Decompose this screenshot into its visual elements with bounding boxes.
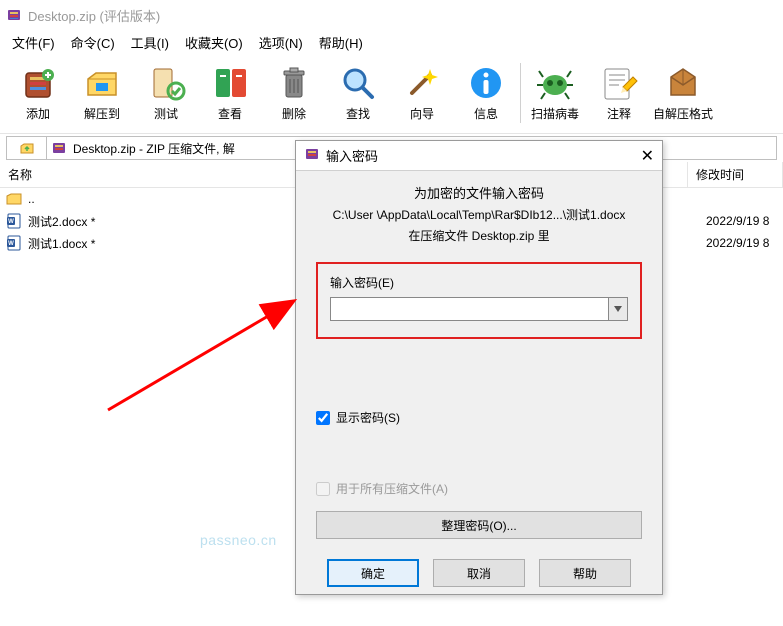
toolbar: 添加 解压到 测试 查看 删除 查找 向导 <box>0 54 783 134</box>
toolbar-find-label: 查找 <box>346 105 370 122</box>
all-archives-checkbox[interactable]: 用于所有压缩文件(A) <box>316 480 642 497</box>
ok-button[interactable]: 确定 <box>327 559 419 587</box>
toolbar-delete[interactable]: 删除 <box>262 63 326 122</box>
delete-icon <box>274 63 314 103</box>
toolbar-extract-label: 解压到 <box>84 105 120 122</box>
find-icon <box>338 63 378 103</box>
toolbar-info-label: 信息 <box>474 105 498 122</box>
add-icon <box>18 63 58 103</box>
window-title: Desktop.zip (评估版本) <box>28 6 160 25</box>
docx-icon: W <box>6 235 22 251</box>
folder-up-icon <box>6 191 22 207</box>
docx-icon: W <box>6 213 22 229</box>
toolbar-delete-label: 删除 <box>282 105 306 122</box>
wizard-icon <box>402 63 442 103</box>
cancel-button[interactable]: 取消 <box>433 559 525 587</box>
col-mtime[interactable]: 修改时间 <box>688 162 783 187</box>
winrar-icon <box>6 7 22 23</box>
sfx-icon <box>663 63 703 103</box>
menu-help[interactable]: 帮助(H) <box>311 31 371 54</box>
svg-text:W: W <box>8 241 14 247</box>
toolbar-info[interactable]: 信息 <box>454 63 518 122</box>
view-icon <box>210 63 250 103</box>
show-password-label: 显示密码(S) <box>336 409 400 426</box>
test-icon <box>146 63 186 103</box>
dialog-title: 输入密码 <box>326 146 608 165</box>
extract-icon <box>82 63 122 103</box>
show-password-checkbox[interactable]: 显示密码(S) <box>316 409 642 426</box>
titlebar: Desktop.zip (评估版本) <box>0 0 783 30</box>
toolbar-find[interactable]: 查找 <box>326 63 390 122</box>
comment-icon <box>599 63 639 103</box>
dialog-msg-1: 为加密的文件输入密码 <box>316 183 642 202</box>
dialog-msg-2: C:\User \AppData\Local\Temp\Rar$DIb12...… <box>316 206 642 223</box>
file-mtime: 2022/9/19 8 <box>706 214 769 228</box>
toolbar-wizard-label: 向导 <box>410 105 434 122</box>
organize-passwords-button[interactable]: 整理密码(O)... <box>316 511 642 539</box>
file-mtime: 2022/9/19 8 <box>706 236 769 250</box>
password-label: 输入密码(E) <box>330 274 628 291</box>
toolbar-scan[interactable]: 扫描病毒 <box>523 63 587 122</box>
winrar-icon <box>304 146 320 165</box>
help-button[interactable]: 帮助 <box>539 559 631 587</box>
archive-icon <box>51 140 67 156</box>
password-dropdown[interactable] <box>608 297 628 321</box>
toolbar-view-label: 查看 <box>218 105 242 122</box>
close-button[interactable]: ✕ <box>614 146 654 166</box>
scan-icon <box>535 63 575 103</box>
menu-commands[interactable]: 命令(C) <box>63 31 123 54</box>
toolbar-sfx[interactable]: 自解压格式 <box>651 63 715 122</box>
dialog-msg-3: 在压缩文件 Desktop.zip 里 <box>316 227 642 244</box>
password-box: 输入密码(E) <box>316 262 642 339</box>
menu-options[interactable]: 选项(N) <box>251 31 311 54</box>
password-input[interactable] <box>330 297 608 321</box>
toolbar-view[interactable]: 查看 <box>198 63 262 122</box>
toolbar-wizard[interactable]: 向导 <box>390 63 454 122</box>
toolbar-add-label: 添加 <box>26 105 50 122</box>
password-dialog: 输入密码 ✕ 为加密的文件输入密码 C:\User \AppData\Local… <box>295 140 663 595</box>
pathbar-text: Desktop.zip - ZIP 压缩文件, 解 <box>73 140 235 157</box>
all-archives-input <box>316 482 330 496</box>
toolbar-test-label: 测试 <box>154 105 178 122</box>
toolbar-extract[interactable]: 解压到 <box>70 63 134 122</box>
watermark: passneo.cn <box>200 532 277 548</box>
menu-favorites[interactable]: 收藏夹(O) <box>177 31 251 54</box>
all-archives-label: 用于所有压缩文件(A) <box>336 480 448 497</box>
toolbar-comment-label: 注释 <box>607 105 631 122</box>
info-icon <box>466 63 506 103</box>
toolbar-sfx-label: 自解压格式 <box>653 105 713 122</box>
menubar: 文件(F) 命令(C) 工具(I) 收藏夹(O) 选项(N) 帮助(H) <box>0 30 783 54</box>
toolbar-test[interactable]: 测试 <box>134 63 198 122</box>
show-password-input[interactable] <box>316 411 330 425</box>
dialog-body: 为加密的文件输入密码 C:\User \AppData\Local\Temp\R… <box>296 171 662 599</box>
toolbar-separator <box>520 63 521 123</box>
path-up-button[interactable] <box>6 136 46 160</box>
toolbar-scan-label: 扫描病毒 <box>531 105 579 122</box>
toolbar-comment[interactable]: 注释 <box>587 63 651 122</box>
svg-text:W: W <box>8 219 14 225</box>
menu-file[interactable]: 文件(F) <box>4 31 63 54</box>
dialog-titlebar[interactable]: 输入密码 ✕ <box>296 141 662 171</box>
menu-tools[interactable]: 工具(I) <box>123 31 177 54</box>
toolbar-add[interactable]: 添加 <box>6 63 70 122</box>
